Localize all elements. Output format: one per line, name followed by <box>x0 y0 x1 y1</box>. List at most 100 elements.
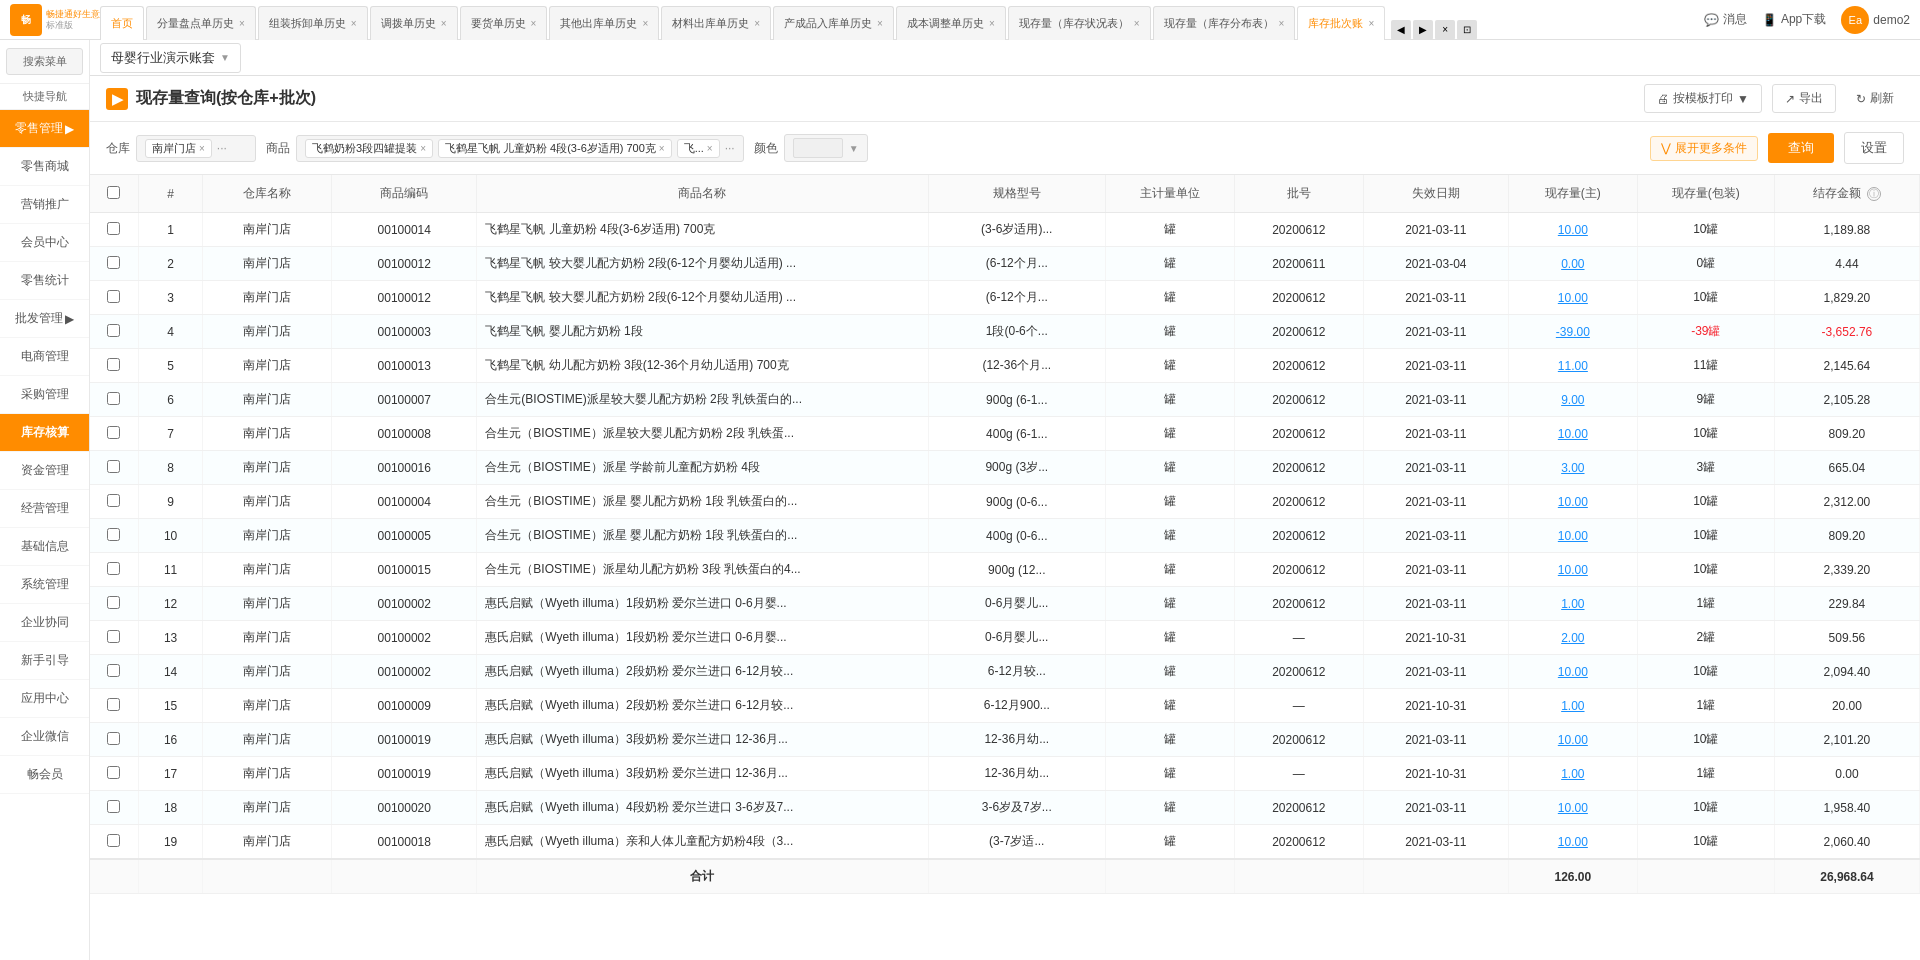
color-input[interactable]: ▼ <box>784 134 868 162</box>
close-icon[interactable]: × <box>642 18 648 29</box>
user-info[interactable]: Ea demo2 <box>1841 6 1910 34</box>
sidebar-item-wechat-work[interactable]: 企业微信 <box>0 718 89 756</box>
qty-link[interactable]: 10.00 <box>1558 291 1588 305</box>
select-all-checkbox[interactable] <box>107 186 120 199</box>
row-checkbox[interactable] <box>107 290 120 303</box>
qty-link[interactable]: 3.00 <box>1561 461 1584 475</box>
sidebar-item-guide[interactable]: 新手引导 <box>0 642 89 680</box>
row-checkbox[interactable] <box>107 324 120 337</box>
close-icon[interactable]: × <box>1134 18 1140 29</box>
close-icon[interactable]: × <box>877 18 883 29</box>
row-checkbox[interactable] <box>107 664 120 677</box>
sidebar-item-finance[interactable]: 资金管理 <box>0 452 89 490</box>
refresh-button[interactable]: ↻ 刷新 <box>1846 85 1904 112</box>
row-checkbox[interactable] <box>107 596 120 609</box>
qty-link[interactable]: 10.00 <box>1558 563 1588 577</box>
settings-button[interactable]: 设置 <box>1844 132 1904 164</box>
quick-nav-button[interactable]: 快捷导航 <box>0 84 89 110</box>
row-checkbox[interactable] <box>107 222 120 235</box>
row-checkbox[interactable] <box>107 732 120 745</box>
row-checkbox[interactable] <box>107 834 120 847</box>
tab-more-button[interactable]: ⊡ <box>1457 20 1477 40</box>
tab-xiancunliang1[interactable]: 现存量（库存状况表） × <box>1008 6 1151 40</box>
tab-qitachuku[interactable]: 其他出库单历史 × <box>549 6 659 40</box>
info-icon[interactable]: ⓘ <box>1867 187 1881 201</box>
qty-link[interactable]: 10.00 <box>1558 495 1588 509</box>
tag-remove-icon[interactable]: × <box>707 143 713 154</box>
search-menu-button[interactable]: 搜索菜单 <box>6 48 83 75</box>
expand-more-button[interactable]: ⋁ 展开更多条件 <box>1650 136 1758 161</box>
row-checkbox[interactable] <box>107 494 120 507</box>
close-icon[interactable]: × <box>1368 18 1374 29</box>
row-checkbox[interactable] <box>107 698 120 711</box>
sidebar-item-member[interactable]: 会员中心 <box>0 224 89 262</box>
warehouse-input[interactable]: 南岸门店 × ··· <box>136 135 256 162</box>
qty-link[interactable]: 10.00 <box>1558 665 1588 679</box>
sidebar-item-marketing[interactable]: 营销推广 <box>0 186 89 224</box>
close-icon[interactable]: × <box>239 18 245 29</box>
qty-link[interactable]: 10.00 <box>1558 801 1588 815</box>
sidebar-item-system[interactable]: 系统管理 <box>0 566 89 604</box>
sidebar-item-operation[interactable]: 经营管理 <box>0 490 89 528</box>
sidebar-item-enterprise[interactable]: 企业协同 <box>0 604 89 642</box>
tab-diaobo[interactable]: 调拨单历史 × <box>370 6 458 40</box>
sidebar-item-basic-info[interactable]: 基础信息 <box>0 528 89 566</box>
print-button[interactable]: 🖨 按模板打印 ▼ <box>1644 84 1762 113</box>
row-checkbox[interactable] <box>107 800 120 813</box>
sidebar-item-app-center[interactable]: 应用中心 <box>0 680 89 718</box>
sidebar-item-retail-mgmt[interactable]: 零售管理 ▶ <box>0 110 89 148</box>
tab-chenbenzhengdan[interactable]: 成本调整单历史 × <box>896 6 1006 40</box>
tab-cailiaochuku[interactable]: 材料出库单历史 × <box>661 6 771 40</box>
qty-link[interactable]: 1.00 <box>1561 597 1584 611</box>
row-checkbox[interactable] <box>107 766 120 779</box>
tab-home[interactable]: 首页 <box>100 6 144 40</box>
export-button[interactable]: ↗ 导出 <box>1772 84 1836 113</box>
tab-prev-button[interactable]: ◀ <box>1391 20 1411 40</box>
tag-remove-icon[interactable]: × <box>659 143 665 154</box>
row-checkbox[interactable] <box>107 426 120 439</box>
message-button[interactable]: 💬 消息 <box>1704 11 1747 28</box>
row-checkbox[interactable] <box>107 358 120 371</box>
qty-link[interactable]: -39.00 <box>1556 325 1590 339</box>
close-icon[interactable]: × <box>989 18 995 29</box>
qty-link[interactable]: 10.00 <box>1558 733 1588 747</box>
tag-remove-icon[interactable]: × <box>420 143 426 154</box>
close-icon[interactable]: × <box>351 18 357 29</box>
row-checkbox[interactable] <box>107 630 120 643</box>
qty-link[interactable]: 9.00 <box>1561 393 1584 407</box>
qty-link[interactable]: 1.00 <box>1561 699 1584 713</box>
tab-chanchengpinruku[interactable]: 产成品入库单历史 × <box>773 6 894 40</box>
tab-kucunpicichan[interactable]: 库存批次账 × <box>1297 6 1385 40</box>
row-checkbox[interactable] <box>107 392 120 405</box>
qty-link[interactable]: 10.00 <box>1558 529 1588 543</box>
sidebar-item-inventory[interactable]: 库存核算 <box>0 414 89 452</box>
tab-fenliangpandian[interactable]: 分量盘点单历史 × <box>146 6 256 40</box>
qty-link[interactable]: 10.00 <box>1558 835 1588 849</box>
tab-next-button[interactable]: ▶ <box>1413 20 1433 40</box>
row-checkbox[interactable] <box>107 256 120 269</box>
row-checkbox[interactable] <box>107 562 120 575</box>
tag-remove-icon[interactable]: × <box>199 143 205 154</box>
search-button[interactable]: 查询 <box>1768 133 1834 163</box>
qty-link[interactable]: 0.00 <box>1561 257 1584 271</box>
qty-link[interactable]: 2.00 <box>1561 631 1584 645</box>
close-icon[interactable]: × <box>531 18 537 29</box>
expand-filter-button[interactable]: ▶ <box>106 88 128 110</box>
close-icon[interactable]: × <box>1279 18 1285 29</box>
tab-yaohuo[interactable]: 要货单历史 × <box>460 6 548 40</box>
sidebar-item-retail-store[interactable]: 零售商城 <box>0 148 89 186</box>
sidebar-item-wholesale[interactable]: 批发管理 ▶ <box>0 300 89 338</box>
row-checkbox[interactable] <box>107 528 120 541</box>
sidebar-item-retail-stats[interactable]: 零售统计 <box>0 262 89 300</box>
qty-link[interactable]: 1.00 <box>1561 767 1584 781</box>
sidebar-item-purchase[interactable]: 采购管理 <box>0 376 89 414</box>
close-icon[interactable]: × <box>441 18 447 29</box>
qty-link[interactable]: 10.00 <box>1558 427 1588 441</box>
nav-dropdown[interactable]: 母婴行业演示账套 ▼ <box>100 43 241 73</box>
tab-zuzhuangchaijian[interactable]: 组装拆卸单历史 × <box>258 6 368 40</box>
sidebar-item-membership[interactable]: 畅会员 <box>0 756 89 794</box>
close-icon[interactable]: × <box>754 18 760 29</box>
tab-xiancunliang2[interactable]: 现存量（库存分布表） × <box>1153 6 1296 40</box>
product-input[interactable]: 飞鹤奶粉3段四罐提装 × 飞鹤星飞帆 儿童奶粉 4段(3-6岁适用) 700克 … <box>296 135 744 162</box>
app-download-button[interactable]: 📱 App下载 <box>1762 11 1826 28</box>
